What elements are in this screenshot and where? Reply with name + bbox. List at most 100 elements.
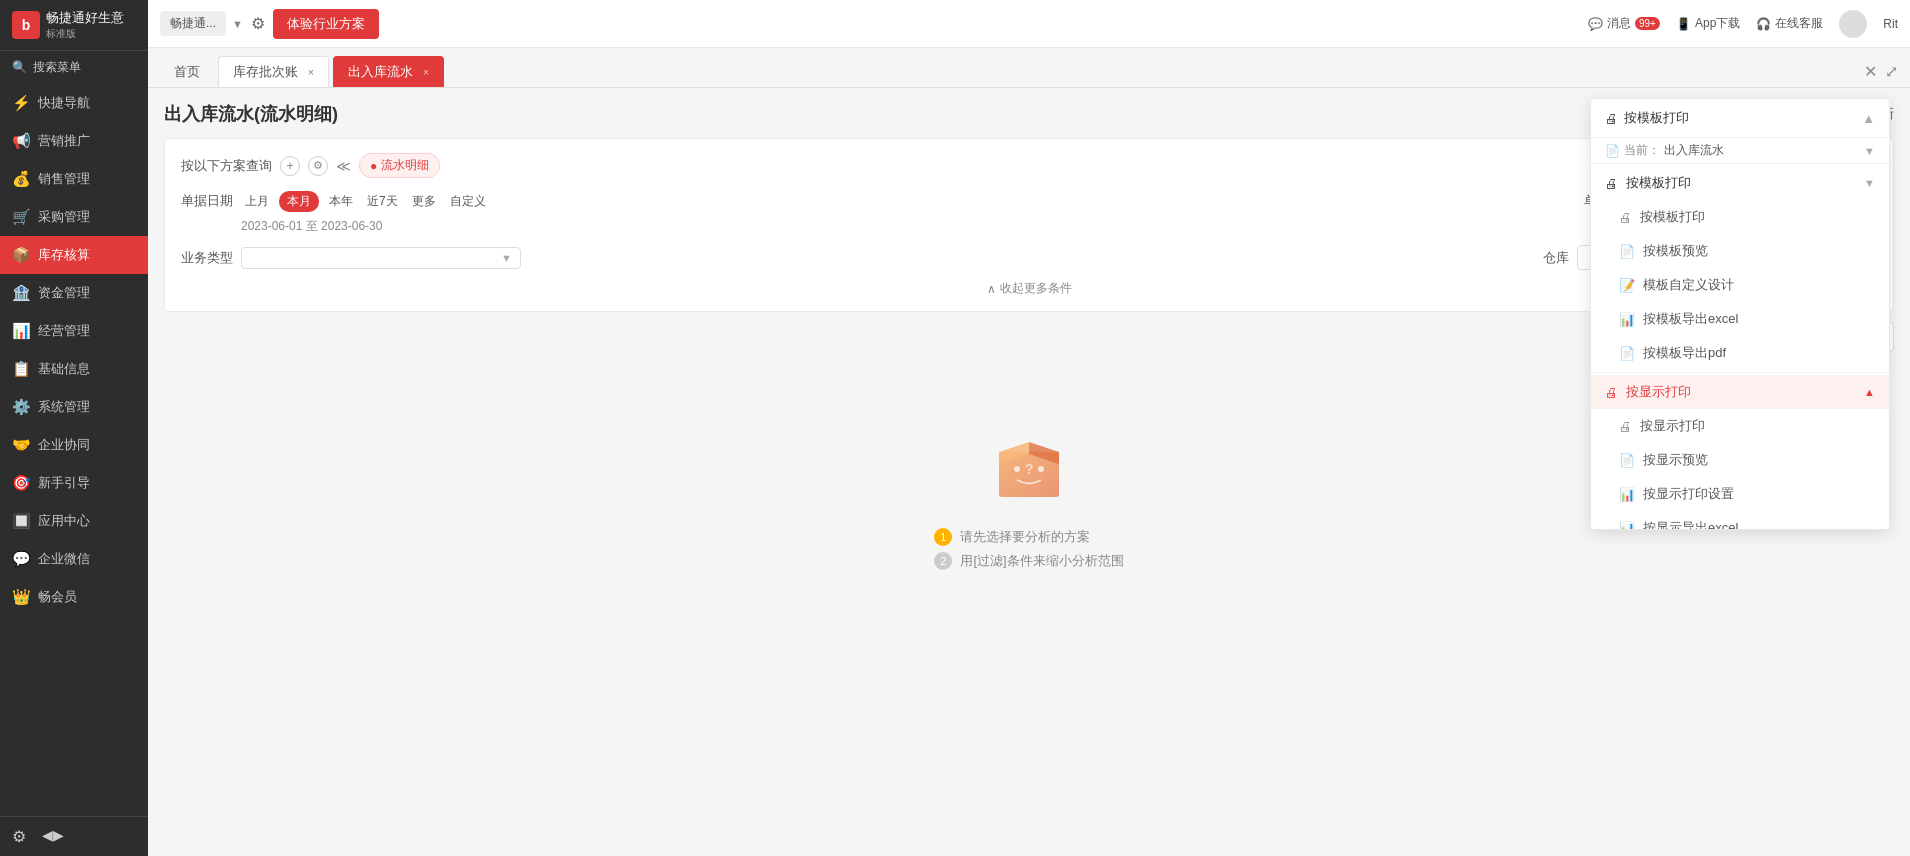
tab-inventory-batch-close[interactable]: ×	[308, 66, 314, 78]
app-center-icon: 🔲	[12, 512, 30, 530]
sidebar-item-wechat[interactable]: 💬 企业微信	[0, 540, 148, 578]
filter-tag-icon: ●	[370, 159, 377, 173]
filter-date-custom[interactable]: 自定义	[446, 191, 490, 212]
sidebar-item-basic-info[interactable]: 📋 基础信息	[0, 350, 148, 388]
header-username[interactable]: 畅捷通...	[160, 11, 226, 36]
template-excel-icon: 📊	[1619, 312, 1635, 327]
filter-settings-button[interactable]: ⚙	[308, 156, 328, 176]
dropdown-item-template-excel[interactable]: 📊 按模板导出excel	[1591, 302, 1889, 336]
template-print-icon: 🖨	[1619, 210, 1632, 225]
quick-nav-icon: ⚡	[12, 94, 30, 112]
filter-biz-label: 业务类型	[181, 249, 233, 267]
dropdown-panel-close-icon[interactable]: ▲	[1862, 111, 1875, 126]
header-user-display[interactable]: Rit	[1883, 17, 1898, 31]
tab-inventory-flow[interactable]: 出入库流水 ×	[333, 56, 444, 87]
dropdown-template-section-title: 🖨 按模板打印	[1605, 174, 1691, 192]
dropdown-template-section-arrow: ▼	[1864, 177, 1875, 189]
system-icon: ⚙️	[12, 398, 30, 416]
sidebar-item-system[interactable]: ⚙️ 系统管理	[0, 388, 148, 426]
header-user-area: 畅捷通... ▼	[160, 11, 243, 36]
header-gear-icon[interactable]: ⚙	[251, 14, 265, 33]
tab-home[interactable]: 首页	[160, 57, 214, 87]
filter-biz-select[interactable]: ▼	[241, 247, 521, 269]
filter-collapse-button[interactable]: ≪	[336, 158, 351, 174]
filter-date-7days[interactable]: 近7天	[363, 191, 402, 212]
display-excel-icon: 📊	[1619, 521, 1635, 530]
window-maximize-icon[interactable]: ⤢	[1885, 62, 1898, 81]
empty-step-1: 1 请先选择要分析的方案	[934, 528, 1123, 546]
sidebar-item-quick-nav[interactable]: ⚡ 快捷导航	[0, 84, 148, 122]
tab-inventory-batch[interactable]: 库存批次账 ×	[218, 56, 329, 87]
dropdown-item-template-custom[interactable]: 📝 模板自定义设计	[1591, 268, 1889, 302]
template-pdf-icon: 📄	[1619, 346, 1635, 361]
dropdown-section-template-print[interactable]: 🖨 按模板打印 ▼	[1591, 166, 1889, 200]
guide-icon: 🎯	[12, 474, 30, 492]
dropdown-display-section-arrow: ▲	[1864, 386, 1875, 398]
sidebar-item-vip[interactable]: 👑 畅会员	[0, 578, 148, 616]
app-logo-icon: b	[12, 11, 40, 39]
dropdown-item-template-pdf[interactable]: 📄 按模板导出pdf	[1591, 336, 1889, 370]
filter-add-button[interactable]: +	[280, 156, 300, 176]
sidebar-item-finance[interactable]: 🏦 资金管理	[0, 274, 148, 312]
sidebar: b 畅捷通好生意 标准版 🔍 搜索菜单 ⚡ 快捷导航 📢 营销推广 💰 销售管理…	[0, 0, 148, 856]
dropdown-item-template-preview[interactable]: 📄 按模板预览	[1591, 234, 1889, 268]
sidebar-logo: b 畅捷通好生意 标准版	[0, 0, 148, 51]
window-close-icon[interactable]: ✕	[1864, 62, 1877, 81]
template-custom-icon: 📝	[1619, 278, 1635, 293]
dropdown-section-display-print[interactable]: 🖨 按显示打印 ▲	[1591, 375, 1889, 409]
dropdown-current-label: 当前：	[1624, 142, 1660, 159]
filter-date-more[interactable]: 更多	[408, 191, 440, 212]
industry-solution-button[interactable]: 体验行业方案	[273, 9, 379, 39]
avatar[interactable]	[1839, 10, 1867, 38]
filter-date-this-month[interactable]: 本月	[279, 191, 319, 212]
svg-point-4	[1038, 466, 1044, 472]
header-chevron-icon[interactable]: ▼	[232, 18, 243, 30]
sidebar-item-purchase[interactable]: 🛒 采购管理	[0, 198, 148, 236]
display-print-icon: 🖨	[1619, 419, 1632, 434]
dropdown-item-display-preview[interactable]: 📄 按显示预览	[1591, 443, 1889, 477]
dropdown-item-display-excel[interactable]: 📊 按显示导出excel	[1591, 511, 1889, 529]
service-icon: 🎧	[1756, 17, 1771, 31]
finance-icon: 🏦	[12, 284, 30, 302]
sidebar-item-inventory[interactable]: 📦 库存核算	[0, 236, 148, 274]
dropdown-display-print-icon: 🖨	[1605, 385, 1618, 400]
search-icon: 🔍	[12, 60, 27, 74]
tabs-bar: 首页 库存批次账 × 出入库流水 × ✕ ⤢	[148, 48, 1910, 88]
dropdown-panel-scroll: 🖨 按模板打印 ▲ 📄 当前： 出入库流水 ▼ 🖨 按模板打印 ▼ 🖨 按模板打…	[1591, 99, 1889, 529]
display-preview-icon: 📄	[1619, 453, 1635, 468]
wechat-icon: 💬	[12, 550, 30, 568]
dropdown-display-section-title: 🖨 按显示打印	[1605, 383, 1691, 401]
filter-date-last-month[interactable]: 上月	[241, 191, 273, 212]
sidebar-item-operation[interactable]: 📊 经营管理	[0, 312, 148, 350]
dropdown-template-print-icon: 🖨	[1605, 176, 1618, 191]
dropdown-panel-title: 🖨 按模板打印	[1605, 109, 1689, 127]
header-message-item[interactable]: 💬 消息 99+	[1588, 15, 1660, 32]
sidebar-item-marketing[interactable]: 📢 营销推广	[0, 122, 148, 160]
dropdown-item-display-print[interactable]: 🖨 按显示打印	[1591, 409, 1889, 443]
header-actions: 💬 消息 99+ 📱 App下载 🎧 在线客服 Rit	[1588, 10, 1898, 38]
filter-date-this-year[interactable]: 本年	[325, 191, 357, 212]
filter-tag[interactable]: ● 流水明细	[359, 153, 440, 178]
dropdown-print-icon: 🖨	[1605, 111, 1618, 126]
sidebar-item-guide[interactable]: 🎯 新手引导	[0, 464, 148, 502]
step-2-num: 2	[934, 552, 952, 570]
tab-inventory-flow-close[interactable]: ×	[423, 66, 429, 78]
header-app-download-item[interactable]: 📱 App下载	[1676, 15, 1740, 32]
search-menu-item[interactable]: 🔍 搜索菜单	[0, 51, 148, 84]
dropdown-item-template-print[interactable]: 🖨 按模板打印	[1591, 200, 1889, 234]
collapse-up-icon: ∧	[987, 282, 996, 296]
sidebar-item-sales[interactable]: 💰 销售管理	[0, 160, 148, 198]
sidebar-item-cooperation[interactable]: 🤝 企业协同	[0, 426, 148, 464]
filter-date-field: 单据日期 上月 本月 本年 近7天 更多 自定义	[181, 191, 490, 212]
filter-biz-field: 业务类型 ▼	[181, 247, 521, 269]
dropdown-current-arrow: ▼	[1864, 145, 1875, 157]
sidebar-item-app-center[interactable]: 🔲 应用中心	[0, 502, 148, 540]
header: 畅捷通... ▼ ⚙ 体验行业方案 💬 消息 99+ 📱 App下载 🎧 在线客…	[148, 0, 1910, 48]
sidebar-settings-icon[interactable]: ⚙	[12, 827, 26, 846]
dropdown-item-display-print-settings[interactable]: 📊 按显示打印设置	[1591, 477, 1889, 511]
filter-collapse-trigger[interactable]: ∧ 收起更多条件	[987, 280, 1072, 297]
header-online-service-item[interactable]: 🎧 在线客服	[1756, 15, 1823, 32]
dropdown-current-value: 出入库流水	[1664, 142, 1724, 159]
dropdown-divider-2	[1591, 372, 1889, 373]
sidebar-collapse-icon[interactable]: ◀▶	[42, 827, 64, 846]
